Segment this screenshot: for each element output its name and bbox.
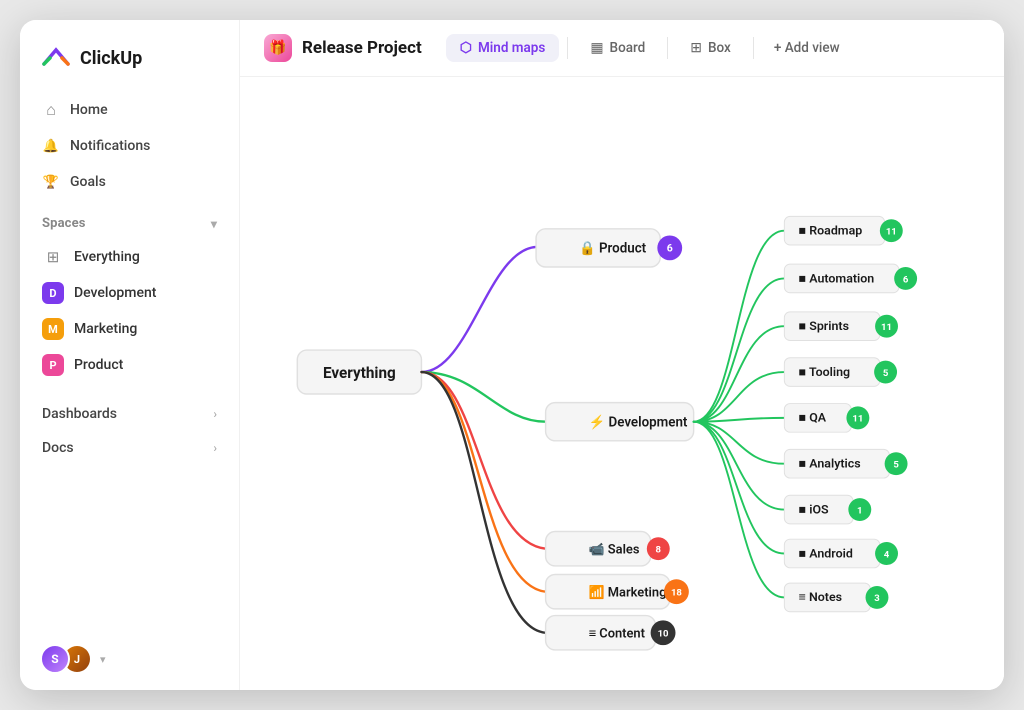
tab-board[interactable]: ▦ Board [576,34,659,62]
avatar-user1: S [40,644,70,674]
spaces-chevron-icon[interactable]: ▾ [211,217,217,231]
sidebar-nav: ⌂ Home 🔔 Notifications 🏆 Goals [20,92,239,200]
roadmap-label: ■ Roadmap [799,224,863,239]
docs-label: Docs [42,440,74,456]
mindmap-area: Everything 🔒 Product 6 ⚡ Development [240,77,1004,690]
mind-maps-tab-icon: ⬡ [460,40,472,56]
sidebar-item-docs[interactable]: Docs › [30,431,229,465]
sidebar-item-home[interactable]: ⌂ Home [30,92,229,128]
sprints-count: 11 [881,322,892,333]
mindmap-svg: Everything 🔒 Product 6 ⚡ Development [240,77,1004,690]
sidebar-item-product[interactable]: P Product [30,347,229,383]
marketing-label: 📶 Marketing [589,584,667,600]
dashboards-chevron-icon: › [213,407,217,421]
sidebar-item-development-label: Development [74,285,156,301]
product-badge: 6 [667,242,673,255]
sidebar-item-goals[interactable]: 🏆 Goals [30,164,229,200]
tab-mind-maps-label: Mind maps [478,40,545,56]
sales-count: 8 [656,545,662,556]
sidebar-item-everything-label: Everything [74,249,140,265]
tab-divider-3 [753,37,754,59]
notes-label: ≡ Notes [799,590,842,605]
everything-icon: ⊞ [42,246,64,268]
marketing-count: 18 [671,588,682,599]
tab-mind-maps[interactable]: ⬡ Mind maps [446,34,560,62]
sidebar-item-notifications-label: Notifications [70,138,150,154]
analytics-label: ■ Analytics [799,457,861,472]
main-content: 🎁 Release Project ⬡ Mind maps ▦ Board ⊞ … [240,20,1004,690]
product-badge: P [42,354,64,376]
project-title: Release Project [302,38,422,58]
home-icon: ⌂ [42,101,60,119]
sidebar-item-everything[interactable]: ⊞ Everything [30,239,229,275]
marketing-badge: M [42,318,64,340]
avatar-group: S J [40,644,92,674]
sidebar-bottom: Dashboards › Docs › [20,391,239,471]
automation-count: 6 [903,274,909,285]
sales-label: 📹 Sales [589,542,640,557]
tab-box[interactable]: ⊞ Box [676,34,745,62]
box-tab-icon: ⊞ [690,40,702,56]
notes-count: 3 [874,593,880,604]
spaces-header: Spaces ▾ [20,200,239,239]
app-window: ClickUp ⌂ Home 🔔 Notifications 🏆 Goals S… [20,20,1004,690]
development-label: ⚡ Development [589,413,688,430]
bell-icon: 🔔 [42,137,60,155]
add-view-button[interactable]: + Add view [762,34,852,62]
docs-chevron-icon: › [213,441,217,455]
development-badge: D [42,282,64,304]
sidebar-item-dashboards[interactable]: Dashboards › [30,397,229,431]
clickup-logo-icon [40,42,72,74]
content-label: ≡ Content [589,627,646,642]
sidebar: ClickUp ⌂ Home 🔔 Notifications 🏆 Goals S… [20,20,240,690]
topbar: 🎁 Release Project ⬡ Mind maps ▦ Board ⊞ … [240,20,1004,77]
dashboards-label: Dashboards [42,406,117,422]
sidebar-item-development[interactable]: D Development [30,275,229,311]
sidebar-item-notifications[interactable]: 🔔 Notifications [30,128,229,164]
content-count: 10 [658,629,669,640]
automation-label: ■ Automation [799,271,875,286]
analytics-count: 5 [893,460,899,471]
sidebar-footer: S J ▾ [20,628,239,690]
qa-count: 11 [852,414,863,425]
tab-divider-2 [667,37,668,59]
add-view-label: + Add view [774,40,840,56]
sidebar-item-marketing[interactable]: M Marketing [30,311,229,347]
view-tabs: ⬡ Mind maps ▦ Board ⊞ Box + Add view [446,34,852,62]
avatar-dropdown-icon[interactable]: ▾ [100,653,106,666]
roadmap-count: 11 [886,227,897,238]
tooling-count: 5 [883,368,889,379]
project-icon: 🎁 [264,34,292,62]
tab-box-label: Box [708,40,731,56]
sidebar-item-home-label: Home [70,102,108,118]
sprints-label: ■ Sprints [799,319,849,334]
sidebar-item-goals-label: Goals [70,174,106,190]
qa-label: ■ QA [799,411,827,426]
sidebar-item-marketing-label: Marketing [74,321,137,337]
sidebar-item-product-label: Product [74,357,123,373]
product-label: 🔒 Product [579,241,647,257]
android-count: 4 [884,549,890,560]
board-tab-icon: ▦ [590,40,603,56]
ios-count: 1 [857,505,862,516]
goals-icon: 🏆 [42,173,60,191]
logo-text: ClickUp [80,48,142,69]
android-label: ■ Android [799,546,853,561]
tooling-label: ■ Tooling [799,365,850,380]
project-title-area: 🎁 Release Project [264,34,422,62]
tab-board-label: Board [610,40,646,56]
tab-divider-1 [567,37,568,59]
logo-area: ClickUp [20,20,239,92]
spaces-label: Spaces [42,216,86,231]
root-label: Everything [323,364,396,382]
ios-label: ■ iOS [799,502,829,517]
